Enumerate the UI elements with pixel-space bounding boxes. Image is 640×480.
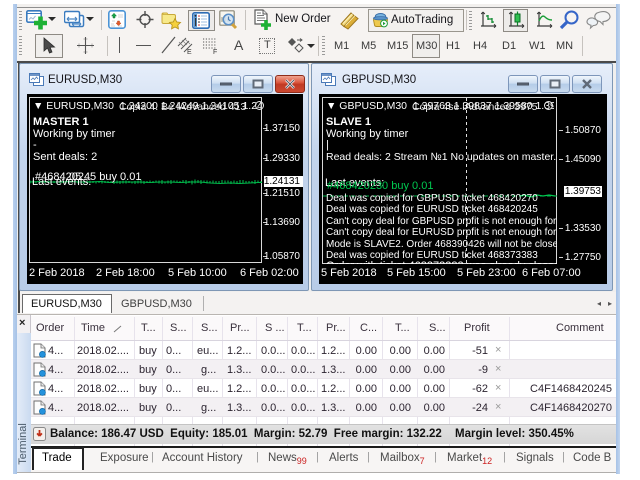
svg-text:F: F bbox=[213, 49, 217, 55]
svg-text:E: E bbox=[187, 49, 192, 55]
